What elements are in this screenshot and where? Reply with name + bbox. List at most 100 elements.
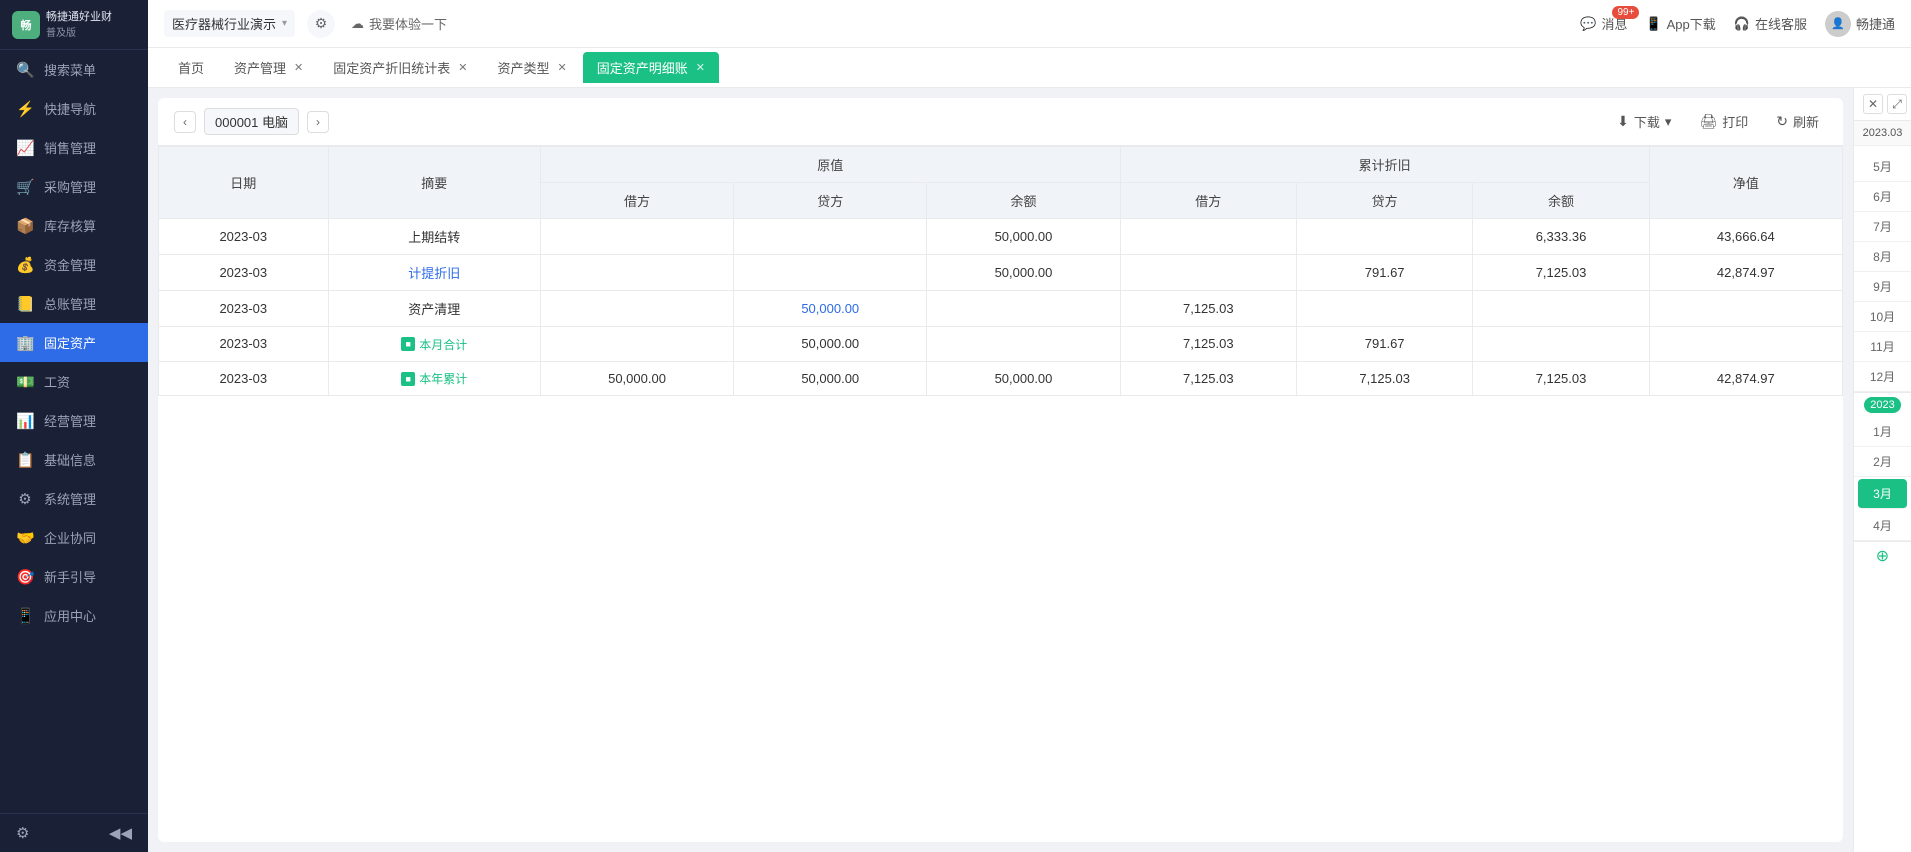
inventory-icon: 📦 <box>16 217 34 235</box>
sidebar-item-finance[interactable]: 💰 资金管理 <box>0 245 148 284</box>
cell-ov-balance-1: 50,000.00 <box>927 219 1120 255</box>
cal-month-mar[interactable]: 3月 <box>1858 479 1907 509</box>
print-button[interactable]: 🖨 打印 <box>1691 108 1756 135</box>
cal-month-12[interactable]: 12月 <box>1854 362 1911 392</box>
sidebar-item-basic[interactable]: 📋 基础信息 <box>0 440 148 479</box>
sidebar-item-sales[interactable]: 📈 销售管理 <box>0 128 148 167</box>
cal-2023-header: 2023 <box>1854 392 1911 417</box>
cell-date-4: 2023-03 <box>159 327 329 362</box>
sidebar-item-inventory[interactable]: 📦 库存核算 <box>0 206 148 245</box>
cal-month-jan[interactable]: 1月 <box>1854 417 1911 447</box>
cell-ov-balance-3 <box>927 291 1120 327</box>
th-ov-credit: 贷方 <box>734 183 927 219</box>
calendar-panel: ✕ ⤢ 2023.03 5月 6月 7月 8月 9月 10月 11月 12月 2… <box>1853 88 1911 852</box>
cal-month-11[interactable]: 11月 <box>1854 332 1911 362</box>
experience-label: 我要体验一下 <box>369 14 447 33</box>
settings-gear-button[interactable]: ⚙ <box>307 10 335 38</box>
main: 医疗器械行业演示 ▾ ⚙ ☁ 我要体验一下 💬 消息 99+ 📱 App下载 🎧… <box>148 0 1911 852</box>
cell-ad-balance-1: 6,333.36 <box>1473 219 1649 255</box>
logo-title: 畅捷通好业财 <box>46 10 112 24</box>
sidebar-item-operation[interactable]: 📊 经营管理 <box>0 401 148 440</box>
cloud-icon: ☁ <box>351 16 364 32</box>
tab-home[interactable]: 首页 <box>164 52 218 83</box>
download-button[interactable]: ⬇ 下载 ▾ <box>1609 108 1679 135</box>
cell-ad-credit-2: 791.67 <box>1296 255 1472 291</box>
sidebar-item-fixedassets[interactable]: 🏢 固定资产 <box>0 323 148 362</box>
tab-assettype-label: 资产类型 <box>497 58 549 77</box>
sidebar-item-purchase[interactable]: 🛒 采购管理 <box>0 167 148 206</box>
cell-net-5: 42,874.97 <box>1649 361 1842 396</box>
sidebar-item-search[interactable]: 🔍 搜索菜单 <box>0 50 148 89</box>
user-label: 畅捷通 <box>1856 14 1895 33</box>
sidebar-item-system[interactable]: ⚙ 系统管理 <box>0 479 148 518</box>
cell-ad-credit-5: 7,125.03 <box>1296 361 1472 396</box>
cal-month-7[interactable]: 7月 <box>1854 212 1911 242</box>
sidebar-item-enterprise[interactable]: 🤝 企业协同 <box>0 518 148 557</box>
tab-detail-close[interactable]: ✕ <box>696 61 705 74</box>
sidebar: 畅 畅捷通好业财 普及版 🔍 搜索菜单 ⚡ 快捷导航 📈 销售管理 🛒 采购管理… <box>0 0 148 852</box>
cal-year-header: 2023.03 <box>1854 121 1911 146</box>
app-label: App下载 <box>1667 14 1716 33</box>
user-menu-button[interactable]: 👤 畅捷通 <box>1825 11 1895 37</box>
tab-depreciation-close[interactable]: ✕ <box>458 61 467 74</box>
experience-button[interactable]: ☁ 我要体验一下 <box>351 14 447 33</box>
cal-month-apr[interactable]: 4月 <box>1854 511 1911 541</box>
tab-depreciation[interactable]: 固定资产折旧统计表 ✕ <box>319 52 481 83</box>
service-icon: 🎧 <box>1734 16 1750 32</box>
year-badge-icon: ■ <box>401 372 415 386</box>
cal-month-6[interactable]: 6月 <box>1854 182 1911 212</box>
sidebar-label-salary: 工资 <box>44 372 70 391</box>
service-button[interactable]: 🎧 在线客服 <box>1734 14 1807 33</box>
cal-month-feb[interactable]: 2月 <box>1854 447 1911 477</box>
logo-icon: 畅 <box>12 11 40 39</box>
cell-ov-debit-2 <box>540 255 733 291</box>
expand-panel-button[interactable]: ⤢ <box>1887 94 1907 114</box>
year-badge-2023[interactable]: 2023 <box>1864 397 1900 413</box>
cell-ad-balance-2: 7,125.03 <box>1473 255 1649 291</box>
content-area: ‹ 000001 电脑 › ⬇ 下载 ▾ 🖨 打印 <box>148 88 1911 852</box>
table-container: 日期 摘要 原值 累计折旧 净值 借方 贷方 余额 借方 <box>158 146 1843 842</box>
tab-assettype[interactable]: 资产类型 ✕ <box>483 52 580 83</box>
cell-ov-credit-5: 50,000.00 <box>734 361 927 396</box>
collapse-sidebar-icon[interactable]: ◀◀ <box>109 824 132 842</box>
sidebar-label-quicknav: 快捷导航 <box>44 99 96 118</box>
prev-asset-button[interactable]: ‹ <box>174 111 196 133</box>
tab-assets[interactable]: 资产管理 ✕ <box>220 52 317 83</box>
sidebar-item-appstore[interactable]: 📱 应用中心 <box>0 596 148 635</box>
settings-bottom-icon[interactable]: ⚙ <box>16 824 29 842</box>
table-row: 2023-03 资产清理 50,000.00 7,125.03 <box>159 291 1843 327</box>
tab-assets-close[interactable]: ✕ <box>294 61 303 74</box>
cell-net-3 <box>1649 291 1842 327</box>
cal-month-10[interactable]: 10月 <box>1854 302 1911 332</box>
enterprise-icon: 🤝 <box>16 529 34 547</box>
th-ad-debit: 借方 <box>1120 183 1296 219</box>
sidebar-label-ledger: 总账管理 <box>44 294 96 313</box>
sidebar-item-guide[interactable]: 🎯 新手引导 <box>0 557 148 596</box>
cal-month-9[interactable]: 9月 <box>1854 272 1911 302</box>
cell-ov-credit-2 <box>734 255 927 291</box>
cal-nav-down[interactable]: ⊕ <box>1854 541 1911 570</box>
quicknav-icon: ⚡ <box>16 100 34 118</box>
logo-subtitle: 普及版 <box>46 24 112 39</box>
sidebar-item-salary[interactable]: 💵 工资 <box>0 362 148 401</box>
cell-summary-3: 资产清理 <box>328 291 540 327</box>
sidebar-label-purchase: 采购管理 <box>44 177 96 196</box>
message-button[interactable]: 💬 消息 99+ <box>1580 14 1627 33</box>
sidebar-item-quicknav[interactable]: ⚡ 快捷导航 <box>0 89 148 128</box>
tab-assettype-close[interactable]: ✕ <box>558 61 567 74</box>
cell-summary-1: 上期结转 <box>328 219 540 255</box>
app-download-button[interactable]: 📱 App下载 <box>1645 14 1715 33</box>
company-arrow-icon: ▾ <box>282 18 287 29</box>
cell-summary-2[interactable]: 计提折旧 <box>328 255 540 291</box>
next-asset-button[interactable]: › <box>307 111 329 133</box>
company-selector[interactable]: 医疗器械行业演示 ▾ <box>164 10 295 37</box>
close-panel-button[interactable]: ✕ <box>1863 94 1883 114</box>
tab-detail[interactable]: 固定资产明细账 ✕ <box>583 52 719 83</box>
refresh-button[interactable]: ↻ 刷新 <box>1768 108 1827 135</box>
table-row: 2023-03 上期结转 50,000.00 6,333.36 43,666.6… <box>159 219 1843 255</box>
table-row: 2023-03 计提折旧 50,000.00 791.67 7,125.03 4… <box>159 255 1843 291</box>
cal-month-8[interactable]: 8月 <box>1854 242 1911 272</box>
sidebar-item-ledger[interactable]: 📒 总账管理 <box>0 284 148 323</box>
cal-month-5[interactable]: 5月 <box>1854 152 1911 182</box>
app-icon: 📱 <box>1645 16 1661 32</box>
